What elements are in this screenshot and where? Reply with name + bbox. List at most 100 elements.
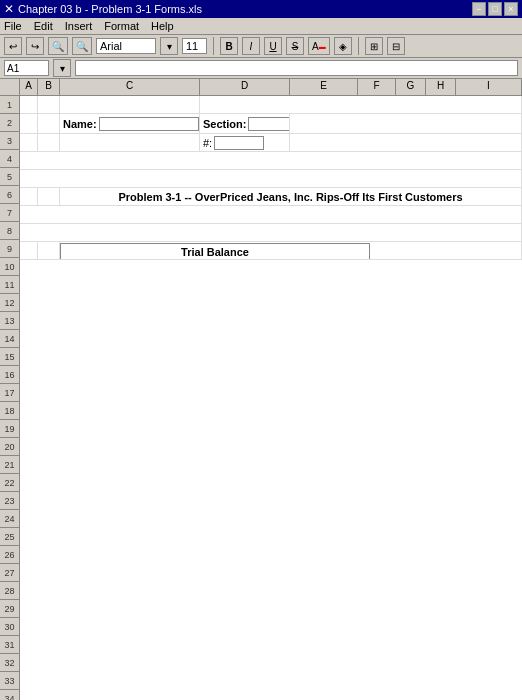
grid-row-3: #: [20, 134, 522, 152]
window-title: Chapter 03 b - Problem 3-1 Forms.xls [18, 3, 202, 15]
row-21: 21 [0, 456, 19, 474]
separator-2 [358, 37, 359, 55]
hash-input[interactable] [214, 136, 264, 150]
grid-row-6: Problem 3-1 -- OverPriced Jeans, Inc. Ri… [20, 188, 522, 206]
row-3: 3 [0, 132, 19, 150]
grid-row-8 [20, 224, 522, 242]
cell-9a[interactable] [20, 242, 38, 259]
minimize-button[interactable]: − [472, 2, 486, 16]
row-27: 27 [0, 564, 19, 582]
menu-format[interactable]: Format [104, 20, 139, 32]
spreadsheet-body: 1 2 3 4 5 6 7 8 9 10 11 12 13 14 15 16 1… [0, 96, 522, 700]
cell-9b[interactable] [38, 242, 60, 259]
formula-dropdown[interactable]: ▾ [53, 59, 71, 77]
maximize-button[interactable]: □ [488, 2, 502, 16]
search-button[interactable]: 🔍 [48, 37, 68, 55]
menu-file[interactable]: File [4, 20, 22, 32]
row-31: 31 [0, 636, 19, 654]
col-header-e[interactable]: E [290, 79, 358, 95]
trial-balance-box: Trial Balance Account Name Debit Credit … [60, 243, 370, 259]
row-22: 22 [0, 474, 19, 492]
col-header-i[interactable]: I [456, 79, 522, 95]
row-24: 24 [0, 510, 19, 528]
cell-1a[interactable] [20, 96, 38, 113]
col-header-h[interactable]: H [426, 79, 456, 95]
row-9: 9 [0, 240, 19, 258]
cell-3c[interactable] [60, 134, 200, 151]
section-input[interactable] [248, 117, 290, 131]
row-6: 6 [0, 186, 19, 204]
close-button[interactable]: × [504, 2, 518, 16]
row-13: 13 [0, 312, 19, 330]
col-header-c[interactable]: C [60, 79, 200, 95]
row-17: 17 [0, 384, 19, 402]
name-input[interactable] [99, 117, 199, 131]
cell-1c[interactable] [60, 96, 200, 113]
row-34: 34 [0, 690, 19, 700]
cell-3e[interactable] [290, 134, 522, 151]
toolbar: ↩ ↪ 🔍 🔍 ▾ B I U S A▬ ◈ ⊞ ⊟ [0, 35, 522, 58]
strikethrough-button[interactable]: S [286, 37, 304, 55]
cell-3d[interactable]: #: [200, 134, 290, 151]
col-header-a[interactable]: A [20, 79, 38, 95]
section-label: Section: [203, 118, 246, 130]
row-2: 2 [0, 114, 19, 132]
cell-2d[interactable]: Section: [200, 114, 290, 133]
cell-1b[interactable] [38, 96, 60, 113]
col-header-d[interactable]: D [200, 79, 290, 95]
cell-6a[interactable] [20, 188, 38, 205]
formula-input[interactable] [75, 60, 518, 76]
app-icon: ✕ [4, 2, 14, 16]
cell-2a[interactable] [20, 114, 38, 133]
underline-button[interactable]: U [264, 37, 282, 55]
row-1: 1 [0, 96, 19, 114]
cell-6b[interactable] [38, 188, 60, 205]
problem-title: Problem 3-1 -- OverPriced Jeans, Inc. Ri… [60, 188, 522, 205]
row-18: 18 [0, 402, 19, 420]
row-26: 26 [0, 546, 19, 564]
menu-insert[interactable]: Insert [65, 20, 93, 32]
grid-row-5 [20, 170, 522, 188]
cell-2e[interactable] [290, 114, 522, 133]
highlight-button[interactable]: ◈ [334, 37, 352, 55]
font-name-input[interactable] [96, 38, 156, 54]
font-color-button[interactable]: A▬ [308, 37, 330, 55]
redo-button[interactable]: ↪ [26, 37, 44, 55]
cell-2b[interactable] [38, 114, 60, 133]
col-header-g[interactable]: G [396, 79, 426, 95]
hash-label: #: [203, 137, 212, 149]
menu-help[interactable]: Help [151, 20, 174, 32]
separator-1 [213, 37, 214, 55]
cell-7[interactable] [20, 206, 522, 223]
cell-5[interactable] [20, 170, 522, 187]
corner-cell [0, 79, 20, 95]
grid-row-9: Trial Balance Account Name Debit Credit … [20, 242, 522, 260]
row-32: 32 [0, 654, 19, 672]
undo-button[interactable]: ↩ [4, 37, 22, 55]
cell-8[interactable] [20, 224, 522, 241]
grid-button[interactable]: ⊞ [365, 37, 383, 55]
row-28: 28 [0, 582, 19, 600]
grid2-button[interactable]: ⊟ [387, 37, 405, 55]
italic-button[interactable]: I [242, 37, 260, 55]
cell-1d[interactable] [200, 96, 522, 113]
row-19: 19 [0, 420, 19, 438]
bold-button[interactable]: B [220, 37, 238, 55]
cell-4[interactable] [20, 152, 522, 169]
font-size-dropdown[interactable]: ▾ [160, 37, 178, 55]
formula-bar: ▾ [0, 58, 522, 79]
cell-reference[interactable] [4, 60, 49, 76]
col-header-b[interactable]: B [38, 79, 60, 95]
trial-balance-title: Trial Balance [61, 244, 369, 259]
row-15: 15 [0, 348, 19, 366]
row-8: 8 [0, 222, 19, 240]
spreadsheet-window: ✕ Chapter 03 b - Problem 3-1 Forms.xls −… [0, 0, 522, 700]
font-size-input[interactable] [182, 38, 207, 54]
cell-2c[interactable]: Name: [60, 114, 200, 133]
cell-3b[interactable] [38, 134, 60, 151]
search2-button[interactable]: 🔍 [72, 37, 92, 55]
cell-3a[interactable] [20, 134, 38, 151]
col-header-f[interactable]: F [358, 79, 396, 95]
row-5: 5 [0, 168, 19, 186]
menu-edit[interactable]: Edit [34, 20, 53, 32]
